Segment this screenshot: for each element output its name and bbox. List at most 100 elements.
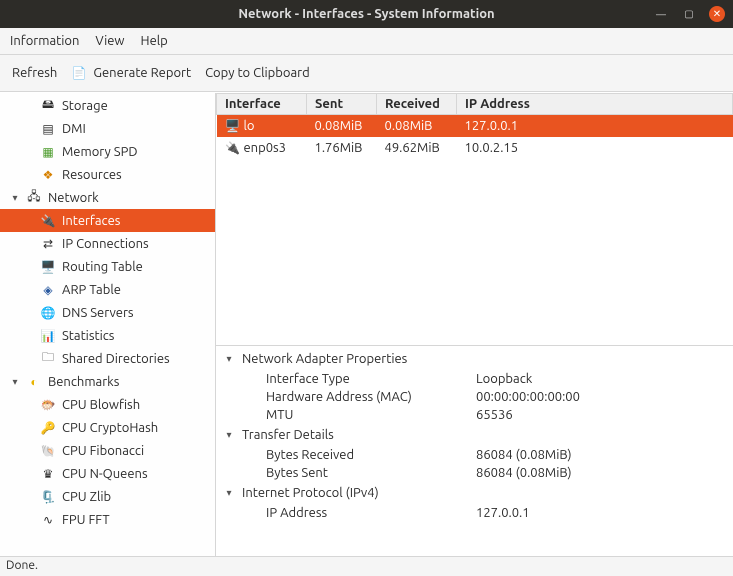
sidebar-item-storage[interactable]: 🖴 Storage: [0, 94, 215, 117]
menu-view[interactable]: View: [95, 32, 124, 50]
sidebar-item-cpu-nqueens[interactable]: ♛ CPU N-Queens: [0, 462, 215, 485]
sidebar-item-cpu-zlib[interactable]: 🗜️ CPU Zlib: [0, 485, 215, 508]
content-pane: Interface Sent Received IP Address 🖥️ lo…: [216, 93, 733, 556]
sidebar-item-network[interactable]: ▾ 🖧 Network: [0, 186, 215, 209]
column-header-interface[interactable]: Interface: [217, 94, 307, 115]
sidebar-item-label: CPU Blowfish: [62, 398, 140, 412]
group-transfer-details[interactable]: ▾ Transfer Details: [220, 424, 729, 446]
sidebar-item-dns-servers[interactable]: 🌐 DNS Servers: [0, 301, 215, 324]
chevron-down-icon[interactable]: ▾: [224, 429, 234, 441]
titlebar: Network - Interfaces - System Informatio…: [0, 0, 733, 28]
sidebar-item-arp-table[interactable]: ◈ ARP Table: [0, 278, 215, 301]
report-icon: 📄: [71, 65, 87, 81]
folder-icon: 🗀: [40, 351, 56, 367]
window-controls: — ▢ ✕: [653, 6, 725, 22]
sidebar-item-interfaces[interactable]: 🔌 Interfaces: [0, 209, 215, 232]
minimize-button[interactable]: —: [653, 6, 669, 22]
benchmark-icon: ◐: [26, 374, 42, 390]
detail-key: IP Address: [266, 506, 476, 520]
cell-sent: 0.08MiB: [307, 115, 377, 138]
detail-value: Loopback: [476, 372, 532, 386]
cell-interface: enp0s3: [243, 141, 286, 155]
sidebar-item-label: Shared Directories: [62, 352, 170, 366]
copy-to-clipboard-button[interactable]: Copy to Clipboard: [203, 62, 312, 84]
table-row[interactable]: 🖥️ lo 0.08MiB 0.08MiB 127.0.0.1: [217, 115, 733, 138]
column-header-sent[interactable]: Sent: [307, 94, 377, 115]
arp-icon: ◈: [40, 282, 56, 298]
group-title: Transfer Details: [242, 428, 334, 442]
sidebar-item-cpu-blowfish[interactable]: 🐡 CPU Blowfish: [0, 393, 215, 416]
sidebar-item-label: Memory SPD: [62, 145, 138, 159]
sidebar-item-label: Statistics: [62, 329, 114, 343]
detail-key: Hardware Address (MAC): [266, 390, 476, 404]
chip-icon: ▤: [40, 121, 56, 137]
sidebar-item-label: CPU Zlib: [62, 490, 111, 504]
detail-value: 65536: [476, 408, 513, 422]
connections-icon: ⇄: [40, 236, 56, 252]
sidebar-item-label: CPU N-Queens: [62, 467, 148, 481]
sidebar-item-memory-spd[interactable]: ▦ Memory SPD: [0, 140, 215, 163]
sidebar-item-label: Benchmarks: [48, 375, 119, 389]
group-title: Internet Protocol (IPv4): [242, 486, 379, 500]
cell-received: 49.62MiB: [377, 137, 457, 159]
sidebar-item-routing-table[interactable]: 🖥️ Routing Table: [0, 255, 215, 278]
status-text: Done.: [6, 559, 38, 572]
cell-sent: 1.76MiB: [307, 137, 377, 159]
resources-icon: ❖: [40, 167, 56, 183]
blowfish-icon: 🐡: [40, 397, 56, 413]
column-header-ip[interactable]: IP Address: [457, 94, 733, 115]
key-icon: 🔑: [40, 420, 56, 436]
table-row[interactable]: 🔌 enp0s3 1.76MiB 49.62MiB 10.0.2.15: [217, 137, 733, 159]
copy-label: Copy to Clipboard: [205, 66, 310, 80]
sidebar-item-benchmarks[interactable]: ▾ ◐ Benchmarks: [0, 370, 215, 393]
detail-row: Interface Type Loopback: [220, 370, 729, 388]
collapse-toggle-icon[interactable]: ▾: [10, 192, 20, 204]
collapse-toggle-icon[interactable]: ▾: [10, 376, 20, 388]
cell-ip: 127.0.0.1: [457, 115, 733, 138]
interface-icon: 🔌: [225, 140, 241, 156]
sidebar-item-label: Interfaces: [62, 214, 120, 228]
close-button[interactable]: ✕: [709, 6, 725, 22]
sidebar-item-cpu-fibonacci[interactable]: 🐚 CPU Fibonacci: [0, 439, 215, 462]
archive-icon: 🗜️: [40, 489, 56, 505]
sidebar-item-fpu-fft[interactable]: ∿ FPU FFT: [0, 508, 215, 531]
interfaces-table-area[interactable]: Interface Sent Received IP Address 🖥️ lo…: [216, 93, 733, 346]
statusbar: Done.: [0, 556, 733, 576]
detail-value: 86084 (0.08MiB): [476, 448, 572, 462]
menubar: Information View Help: [0, 28, 733, 55]
chevron-down-icon[interactable]: ▾: [224, 353, 234, 365]
refresh-button[interactable]: Refresh: [10, 62, 59, 84]
group-network-adapter-properties[interactable]: ▾ Network Adapter Properties: [220, 348, 729, 370]
menu-information[interactable]: Information: [10, 32, 79, 50]
sidebar-item-label: Routing Table: [62, 260, 143, 274]
chevron-down-icon[interactable]: ▾: [224, 487, 234, 499]
details-pane[interactable]: ▾ Network Adapter Properties Interface T…: [216, 346, 733, 556]
detail-key: MTU: [266, 408, 476, 422]
detail-row: MTU 65536: [220, 406, 729, 424]
sidebar-item-resources[interactable]: ❖ Resources: [0, 163, 215, 186]
generate-report-button[interactable]: 📄 Generate Report: [69, 61, 193, 85]
globe-icon: 🌐: [40, 305, 56, 321]
menu-help[interactable]: Help: [141, 32, 168, 50]
sidebar-item-dmi[interactable]: ▤ DMI: [0, 117, 215, 140]
cell-interface: lo: [243, 119, 254, 133]
cell-ip: 10.0.2.15: [457, 137, 733, 159]
sidebar-item-cpu-cryptohash[interactable]: 🔑 CPU CryptoHash: [0, 416, 215, 439]
queen-icon: ♛: [40, 466, 56, 482]
main-content: 🖴 Storage ▤ DMI ▦ Memory SPD ❖ Resources…: [0, 92, 733, 556]
sidebar-item-label: ARP Table: [62, 283, 121, 297]
group-title: Network Adapter Properties: [242, 352, 407, 366]
sidebar-item-shared-directories[interactable]: 🗀 Shared Directories: [0, 347, 215, 370]
sidebar-tree[interactable]: 🖴 Storage ▤ DMI ▦ Memory SPD ❖ Resources…: [0, 93, 216, 556]
sidebar-item-ip-connections[interactable]: ⇄ IP Connections: [0, 232, 215, 255]
group-ipv4[interactable]: ▾ Internet Protocol (IPv4): [220, 482, 729, 504]
harddisk-icon: 🖴: [40, 98, 56, 114]
detail-value: 86084 (0.08MiB): [476, 466, 572, 480]
network-icon: 🖧: [26, 190, 42, 206]
cell-received: 0.08MiB: [377, 115, 457, 138]
sidebar-item-statistics[interactable]: 📊 Statistics: [0, 324, 215, 347]
maximize-button[interactable]: ▢: [681, 6, 697, 22]
column-header-received[interactable]: Received: [377, 94, 457, 115]
sidebar-item-label: Network: [48, 191, 99, 205]
sidebar-item-label: IP Connections: [62, 237, 149, 251]
